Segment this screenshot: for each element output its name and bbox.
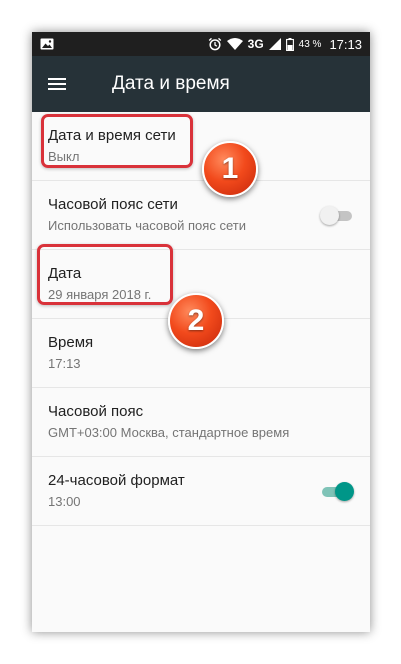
setting-network-time-zone[interactable]: Часовой пояс сети Использовать часовой п… [32,181,370,250]
battery-level: 43 % [298,38,322,50]
image-icon [40,38,54,50]
setting-title: Часовой пояс [48,403,144,420]
alarm-icon [208,37,222,51]
network-time-zone-toggle[interactable] [320,205,354,225]
network-type: 3G [247,37,264,51]
phone-screen: 3G 43 % 17:13 Дата и время Дата и время … [32,32,370,632]
setting-24-hour-format[interactable]: 24-часовой формат 13:00 [32,457,370,526]
clock: 17:13 [329,36,362,52]
setting-title: Часовой пояс сети [48,196,178,213]
toggle-thumb [320,206,339,225]
hamburger-menu-icon[interactable] [48,72,72,96]
highlight-date [37,244,173,305]
wifi-icon [226,38,243,50]
signal-icon [268,38,281,50]
toggle-thumb [335,482,354,501]
24-hour-format-toggle[interactable] [320,481,354,501]
app-bar: Дата и время [32,56,370,112]
highlight-network-date-time [41,114,193,168]
setting-subtitle: 17:13 [48,356,81,371]
status-bar: 3G 43 % 17:13 [32,32,370,56]
step-badge-1: 1 [202,141,258,197]
setting-title: 24-часовой формат [48,472,185,489]
setting-subtitle: Использовать часовой пояс сети [48,218,246,233]
setting-subtitle: GMT+03:00 Москва, стандартное время [48,425,290,440]
setting-subtitle: 13:00 [48,494,81,509]
page-title: Дата и время [112,73,230,94]
setting-time-zone[interactable]: Часовой пояс GMT+03:00 Москва, стандартн… [32,388,370,457]
battery-icon [285,37,294,51]
step-badge-2: 2 [168,293,224,349]
